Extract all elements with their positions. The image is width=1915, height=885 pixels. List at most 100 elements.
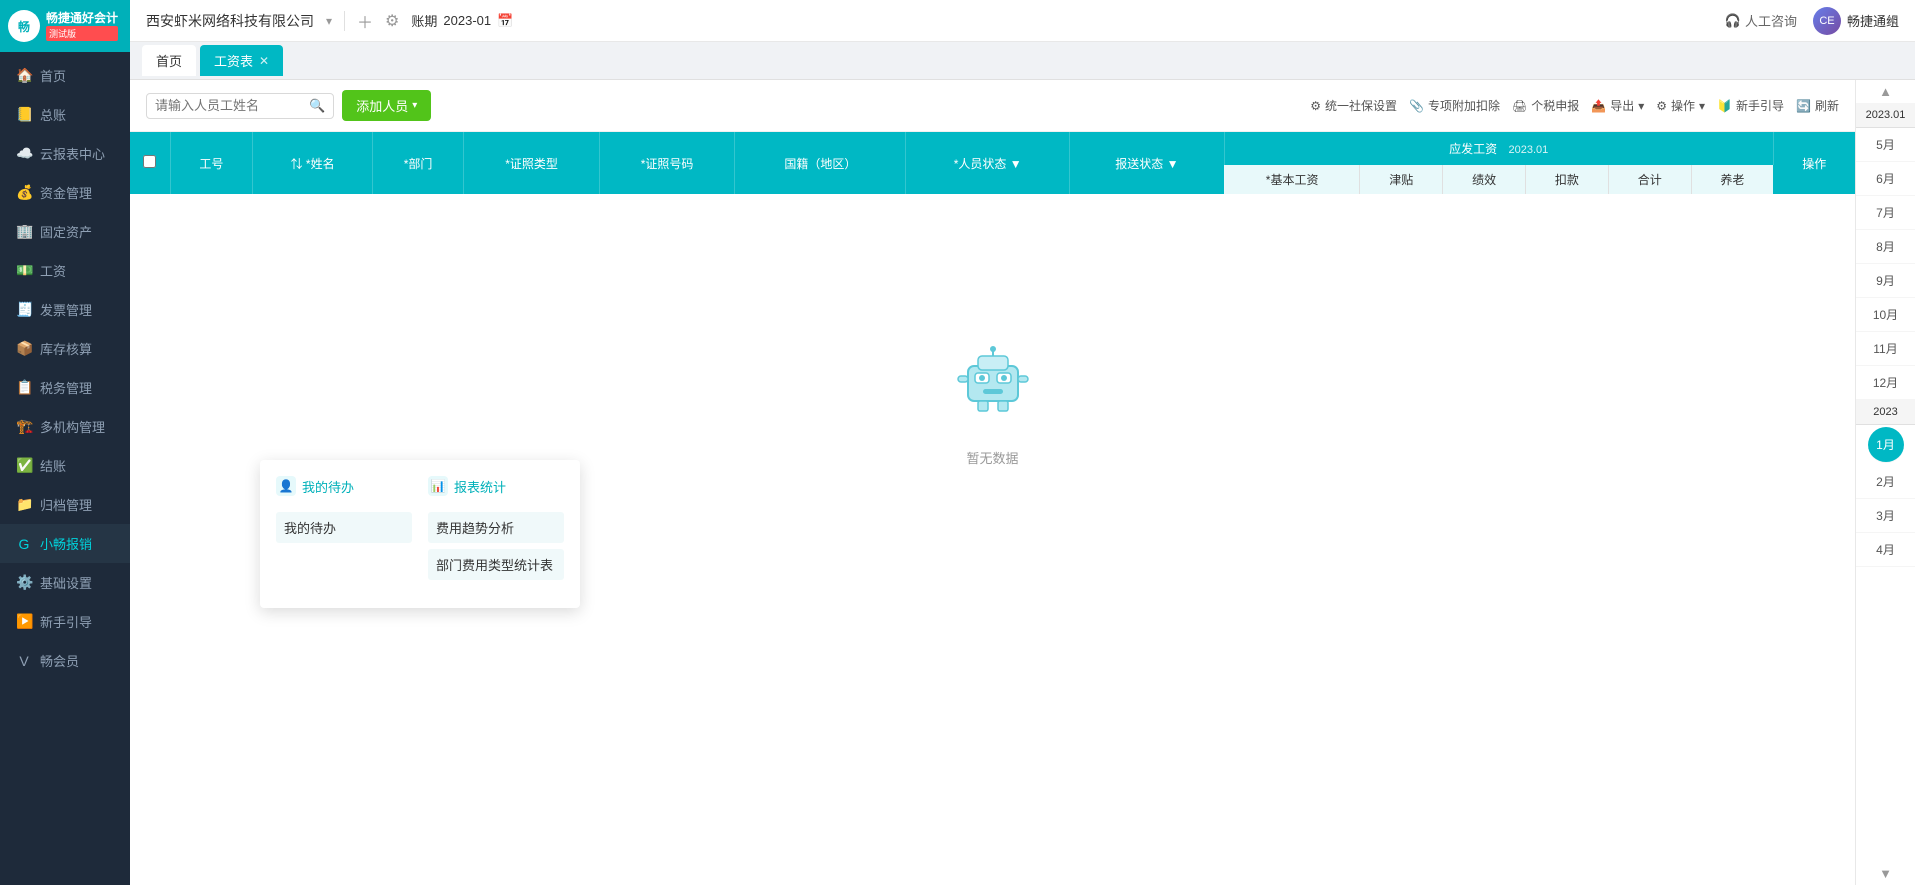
header-id-no: *证照号码	[599, 132, 735, 194]
topbar-settings-icon[interactable]: ⚙	[385, 11, 399, 31]
sidebar-item-label-fixed-assets: 固定资产	[40, 222, 92, 241]
toolbar: 🔍 添加人员 ▾ ⚙ 统一社保设置 📎 专项附加扣除	[130, 80, 1855, 132]
social-insurance-icon: ⚙	[1310, 99, 1321, 113]
month-item-9月[interactable]: 9月	[1856, 264, 1915, 298]
sub-header-pension: 养老	[1691, 165, 1773, 194]
month-item-5月[interactable]: 5月	[1856, 128, 1915, 162]
select-all-checkbox[interactable]	[143, 155, 156, 168]
popup-section-pending: 👤 我的待办 我的待办	[276, 476, 412, 543]
sidebar-navigation: 🏠首页 📒 总账 ☁️云报表中心💰资金管理 🏢 固定资产 💵工资🧾发票管理📦库存核算📋税务管…	[0, 52, 130, 885]
month-item-3月[interactable]: 3月	[1856, 499, 1915, 533]
tab-close-icon[interactable]: ✕	[259, 54, 269, 68]
sidebar-item-label-multi-org: 多机构管理	[40, 417, 105, 436]
sidebar-item-multi-org[interactable]: 🏗️多机构管理	[0, 407, 130, 446]
special-deduction-icon: 📎	[1409, 99, 1424, 113]
guide-label: 新手引导	[1736, 97, 1784, 114]
sidebar-item-fixed-assets[interactable]: 🏢 固定资产	[0, 212, 130, 251]
tab-home-label: 首页	[156, 54, 182, 69]
sidebar-item-archive[interactable]: 📁归档管理	[0, 485, 130, 524]
company-dropdown-icon[interactable]: ▾	[326, 14, 332, 28]
month-item-12月[interactable]: 12月	[1856, 366, 1915, 400]
company-name: 西安虾米网络科技有限公司	[146, 11, 314, 31]
guide-icon: 🔰	[1717, 99, 1732, 113]
sidebar-item-label-fund: 资金管理	[40, 183, 92, 202]
sidebar-item-fund[interactable]: 💰资金管理	[0, 173, 130, 212]
social-insurance-btn[interactable]: ⚙ 统一社保设置	[1310, 97, 1397, 114]
add-people-button[interactable]: 添加人员 ▾	[342, 90, 431, 121]
logo-badge: 测试版	[46, 26, 118, 41]
tab-salary-table[interactable]: 工资表 ✕	[200, 45, 283, 76]
popup-item-pending[interactable]: 我的待办	[276, 512, 412, 543]
popup-section-pending-label: 我的待办	[302, 477, 354, 496]
sidebar-item-checkout[interactable]: ✅结账	[0, 446, 130, 485]
sidebar-item-xiaochang[interactable]: G小畅报销	[0, 524, 130, 563]
sidebar-item-member[interactable]: V畅会员	[0, 641, 130, 680]
header-name[interactable]: ⇅ *姓名	[253, 132, 373, 194]
operate-btn[interactable]: ⚙ 操作 ▾	[1656, 97, 1705, 114]
month-item-11月[interactable]: 11月	[1856, 332, 1915, 366]
calendar-icon[interactable]: 📅	[497, 13, 513, 29]
header-id-type: *证照类型	[464, 132, 600, 194]
month-nav-down[interactable]: ▼	[1856, 862, 1915, 885]
archive-nav-icon: 📁	[16, 496, 32, 513]
sub-header-base-salary: *基本工资	[1224, 165, 1360, 194]
header-status[interactable]: *人员状态 ▼	[906, 132, 1070, 194]
month-nav-up[interactable]: ▲	[1856, 80, 1915, 103]
checkout-nav-icon: ✅	[16, 457, 32, 474]
close-button[interactable]: ✕	[1886, 11, 1899, 31]
header-dept: *部门	[372, 132, 463, 194]
popup-columns: 👤 我的待办 我的待办 📊 报表统计 费用趋势分析 部门费用类型统计表	[276, 476, 564, 592]
sidebar-item-settings[interactable]: ⚙️基础设置	[0, 563, 130, 602]
header-salary-group: 应发工资 2023.01	[1224, 132, 1773, 165]
special-deduction-btn[interactable]: 📎 专项附加扣除	[1409, 97, 1500, 114]
popup-item-dept-stat[interactable]: 部门费用类型统计表	[428, 549, 564, 580]
fixed-assets-nav-icon: 🏢	[16, 223, 32, 240]
operate-arrow-icon: ▾	[1699, 99, 1705, 113]
sidebar-item-home[interactable]: 🏠首页	[0, 56, 130, 95]
sidebar-item-label-ledger: 总账	[40, 105, 66, 124]
headset-icon: 🎧	[1725, 13, 1741, 29]
header-report-status[interactable]: 报送状态 ▼	[1069, 132, 1224, 194]
search-input[interactable]	[155, 98, 305, 113]
tab-home[interactable]: 首页	[142, 45, 196, 76]
topbar-divider	[344, 11, 345, 31]
sidebar-item-cloud-report[interactable]: ☁️云报表中心	[0, 134, 130, 173]
sidebar-item-tax[interactable]: 📋税务管理	[0, 368, 130, 407]
sidebar: 畅 畅捷通好会计 测试版 🏠首页📒总账☁️云报表中心💰资金管理🏢固定资产💵工资🧾…	[0, 0, 130, 885]
sidebar-item-label-invoice: 发票管理	[40, 300, 92, 319]
month-item-8月[interactable]: 8月	[1856, 230, 1915, 264]
salary-group-label: 应发工资	[1449, 142, 1497, 156]
export-arrow-icon: ▾	[1638, 99, 1644, 113]
export-label: 导出	[1610, 97, 1634, 114]
sidebar-item-guide[interactable]: ▶️新手引导	[0, 602, 130, 641]
guide-btn[interactable]: 🔰 新手引导	[1717, 97, 1784, 114]
help-button[interactable]: 🎧 人工咨询	[1725, 11, 1797, 30]
month-item-4月[interactable]: 4月	[1856, 533, 1915, 567]
popup-section-report-title: 📊 报表统计	[428, 476, 564, 502]
refresh-btn[interactable]: 🔄 刷新	[1796, 97, 1839, 114]
sidebar-item-inventory[interactable]: 📦库存核算	[0, 329, 130, 368]
month-list: 5月6月7月8月9月10月11月12月20231月2月3月4月	[1856, 128, 1915, 862]
topbar-add-icon[interactable]: ＋	[357, 9, 373, 33]
table-header-row: 工号 ⇅ *姓名 *部门 *证照类型 *证照号码 国籍（地区） *人员状态 ▼ …	[130, 132, 1855, 165]
sidebar-item-salary[interactable]: 💵工资	[0, 251, 130, 290]
member-nav-icon: V	[16, 653, 32, 669]
tax-report-btn[interactable]: 🖨 个税申报	[1512, 97, 1579, 114]
sidebar-item-ledger[interactable]: 📒 总账	[0, 95, 130, 134]
month-item-1月[interactable]: 1月	[1868, 427, 1904, 463]
sidebar-item-label-inventory: 库存核算	[40, 339, 92, 358]
header-no: 工号	[170, 132, 253, 194]
month-item-2月[interactable]: 2月	[1856, 465, 1915, 499]
popup-section-report: 📊 报表统计 费用趋势分析 部门费用类型统计表	[428, 476, 564, 580]
ledger-nav-icon: 📒	[16, 106, 32, 123]
sidebar-item-invoice[interactable]: 🧾发票管理	[0, 290, 130, 329]
month-item-7月[interactable]: 7月	[1856, 196, 1915, 230]
popup-item-trend[interactable]: 费用趋势分析	[428, 512, 564, 543]
header-nationality: 国籍（地区）	[735, 132, 906, 194]
month-item-6月[interactable]: 6月	[1856, 162, 1915, 196]
export-btn[interactable]: 📤 导出 ▾	[1591, 97, 1644, 114]
topbar: 西安虾米网络科技有限公司 ▾ ＋ ⚙ 账期 2023-01 📅 🎧 人工咨询 C…	[130, 0, 1915, 42]
month-item-10月[interactable]: 10月	[1856, 298, 1915, 332]
search-wrap[interactable]: 🔍	[146, 93, 334, 119]
period-value: 2023-01	[443, 13, 491, 28]
